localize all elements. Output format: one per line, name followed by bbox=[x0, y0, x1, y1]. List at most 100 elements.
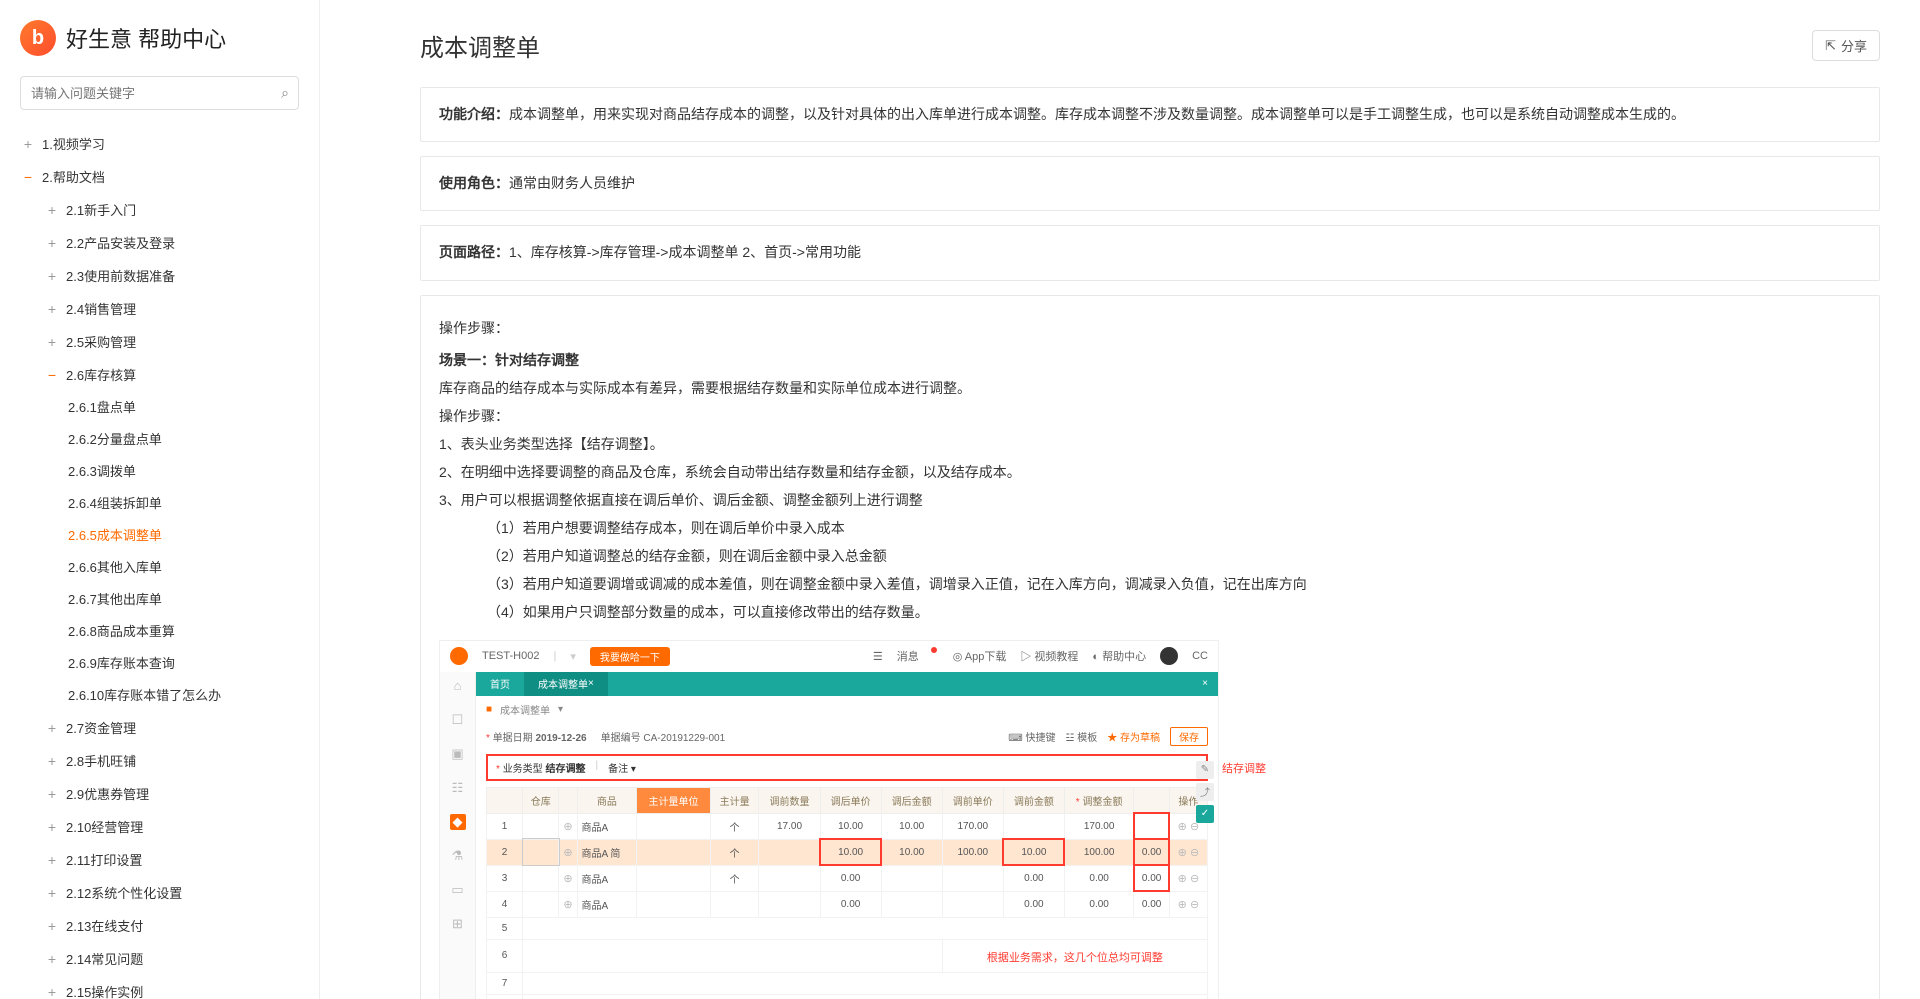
page-title: 成本调整单 bbox=[420, 28, 540, 63]
screenshot-embed: TEST-H002 | ▾ 我要做哈一下 ☰消息 ◎ App下载 ▷ 视频教程 … bbox=[439, 640, 1219, 999]
nav-l3-1[interactable]: 2.6.1盘点单 bbox=[20, 392, 299, 424]
plus-icon: + bbox=[44, 260, 60, 292]
path-text: 1、库存核算->库存管理->成本调整单 2、首页->常用功能 bbox=[509, 244, 861, 260]
annotation-filter: 结存调整 bbox=[1222, 760, 1266, 776]
nav-l2-11[interactable]: +2.11打印设置 bbox=[20, 844, 299, 877]
step-1: 1、表头业务类型选择【结存调整】。 bbox=[439, 430, 1861, 458]
intro-card: 功能介绍：成本调整单，用来实现对商品结存成本的调整，以及针对具体的出入库单进行成… bbox=[420, 87, 1880, 142]
nav-l1-video[interactable]: +1.视频学习 bbox=[20, 128, 299, 161]
shot-primary-button: 我要做哈一下 bbox=[590, 647, 670, 666]
cal-icon: ☷ bbox=[450, 780, 466, 796]
home-icon: ⌂ bbox=[450, 678, 466, 694]
brand-title: 好生意 帮助中心 bbox=[66, 22, 226, 54]
path-card: 页面路径：1、库存核算->库存管理->成本调整单 2、首页->常用功能 bbox=[420, 225, 1880, 280]
step-3-4: （4）如果用户只调整部分数量的成本，可以直接修改带出的结存数量。 bbox=[487, 598, 1861, 626]
role-label: 使用角色： bbox=[439, 175, 509, 191]
shot-logo-icon bbox=[450, 647, 468, 665]
shot-rail: ⌂ ☐ ▣ ☷ ◆ ⚗ ▭ ⊞ bbox=[440, 672, 476, 999]
plus-icon: + bbox=[44, 844, 60, 876]
table-row: 7 bbox=[487, 972, 1208, 994]
share-button[interactable]: ⇱ 分享 bbox=[1812, 30, 1880, 61]
tab-current: 成本调整单 × bbox=[524, 672, 608, 696]
nav-l2-13[interactable]: +2.13在线支付 bbox=[20, 910, 299, 943]
share-icon: ⇱ bbox=[1825, 38, 1836, 54]
nav-l3-4[interactable]: 2.6.4组装拆卸单 bbox=[20, 488, 299, 520]
search-input[interactable] bbox=[20, 76, 299, 110]
step-3: 3、用户可以根据调整依据直接在调后单价、调后金额、调整金额列上进行调整 bbox=[439, 486, 1861, 514]
table-row: 2⊕商品A 简个10.0010.00100.0010.00100.000.00⊕… bbox=[487, 839, 1208, 865]
plus-icon: + bbox=[44, 712, 60, 744]
table-row: 3⊕商品A个0.000.000.000.00⊕ ⊖ bbox=[487, 865, 1208, 891]
nav-l3-7[interactable]: 2.6.7其他出库单 bbox=[20, 584, 299, 616]
role-card: 使用角色：通常由财务人员维护 bbox=[420, 156, 1880, 211]
nav-l2-3[interactable]: +2.3使用前数据准备 bbox=[20, 260, 299, 293]
brand-logo: b bbox=[20, 20, 56, 56]
table-row: 6根据业务需求，这几个位总均可调整 bbox=[487, 939, 1208, 972]
nav-l2-4[interactable]: +2.4销售管理 bbox=[20, 293, 299, 326]
tool-icon: ✓ bbox=[1196, 805, 1214, 823]
scene-desc: 库存商品的结存成本与实际成本有差异，需要根据结存数量和实际单位成本进行调整。 bbox=[439, 374, 1861, 402]
nav-l3-10[interactable]: 2.6.10库存账本错了怎么办 bbox=[20, 680, 299, 712]
role-text: 通常由财务人员维护 bbox=[509, 175, 635, 191]
tool-icon: ✎ bbox=[1196, 761, 1214, 779]
nav-l3-5-active[interactable]: 2.6.5成本调整单 bbox=[20, 520, 299, 552]
nav-l2-2[interactable]: +2.2产品安装及登录 bbox=[20, 227, 299, 260]
tab-close-icon: × bbox=[1192, 678, 1218, 689]
brand-row: b 好生意 帮助中心 bbox=[20, 20, 299, 56]
doc-icon: ☐ bbox=[450, 712, 466, 728]
nav-l3-2[interactable]: 2.6.2分量盘点单 bbox=[20, 424, 299, 456]
title-row: 成本调整单 ⇱ 分享 bbox=[420, 28, 1880, 63]
nav-l2-12[interactable]: +2.12系统个性化设置 bbox=[20, 877, 299, 910]
plus-icon: + bbox=[44, 811, 60, 843]
shot-crumb: ■成本调整单▾ bbox=[476, 696, 1218, 723]
nav-l2-5[interactable]: +2.5采购管理 bbox=[20, 326, 299, 359]
minus-icon: − bbox=[44, 359, 60, 391]
active-rail-icon: ◆ bbox=[450, 814, 466, 830]
steps-sub-title: 操作步骤： bbox=[439, 402, 1861, 430]
search-icon[interactable]: ⌕ bbox=[281, 85, 289, 102]
steps-card: 操作步骤： 场景一：针对结存调整 库存商品的结存成本与实际成本有差异，需要根据结… bbox=[420, 295, 1880, 999]
step-3-3: （3）若用户知道要调增或调减的成本差值，则在调整金额中录入差值，调增录入正值，记… bbox=[487, 570, 1861, 598]
flask-icon: ⚗ bbox=[450, 848, 466, 864]
plus-icon: + bbox=[44, 293, 60, 325]
plus-icon: + bbox=[44, 778, 60, 810]
nav-l2-14[interactable]: +2.14常见问题 bbox=[20, 943, 299, 976]
nav-l1-docs[interactable]: −2.帮助文档 bbox=[20, 161, 299, 194]
nav-l2-15[interactable]: +2.15操作实例 bbox=[20, 976, 299, 999]
plus-icon: + bbox=[20, 128, 36, 160]
step-2: 2、在明细中选择要调整的商品及仓库，系统会自动带出结存数量和结存金额，以及结存成… bbox=[439, 458, 1861, 486]
plus-icon: + bbox=[44, 976, 60, 999]
avatar-icon bbox=[1160, 647, 1178, 665]
nav-l2-9[interactable]: +2.9优惠券管理 bbox=[20, 778, 299, 811]
nav-l2-1[interactable]: +2.1新手入门 bbox=[20, 194, 299, 227]
scene-title: 场景一：针对结存调整 bbox=[439, 346, 1861, 374]
tool-icon: ⤴ bbox=[1196, 783, 1214, 801]
plus-icon: + bbox=[44, 227, 60, 259]
nav-l2-8[interactable]: +2.8手机旺铺 bbox=[20, 745, 299, 778]
table-row: 1⊕商品A个17.0010.0010.00170.00170.00⊕ ⊖ bbox=[487, 813, 1208, 839]
intro-text: 成本调整单，用来实现对商品结存成本的调整，以及针对具体的出入库单进行成本调整。库… bbox=[509, 106, 1685, 122]
nav-l3-3[interactable]: 2.6.3调拨单 bbox=[20, 456, 299, 488]
shot-topbar: TEST-H002 | ▾ 我要做哈一下 ☰消息 ◎ App下载 ▷ 视频教程 … bbox=[440, 641, 1218, 672]
search-box: ⌕ bbox=[20, 76, 299, 110]
plus-icon: + bbox=[44, 877, 60, 909]
nav-l3-6[interactable]: 2.6.6其他入库单 bbox=[20, 552, 299, 584]
intro-label: 功能介绍： bbox=[439, 106, 509, 122]
grid-icon: ⊞ bbox=[450, 916, 466, 932]
shot-filters: * 业务类型 结存调整 | 备注 ▾ 结存调整 bbox=[486, 754, 1208, 781]
plus-icon: + bbox=[44, 910, 60, 942]
nav-l3-9[interactable]: 2.6.9库存账本查询 bbox=[20, 648, 299, 680]
nav-l2-10[interactable]: +2.10经营管理 bbox=[20, 811, 299, 844]
nav-l2-6[interactable]: −2.6库存核算 bbox=[20, 359, 299, 392]
share-label: 分享 bbox=[1841, 36, 1867, 55]
nav-l3-8[interactable]: 2.6.8商品成本重算 bbox=[20, 616, 299, 648]
shot-tabs: 首页 成本调整单 × × bbox=[476, 672, 1218, 696]
nav-l2-7[interactable]: +2.7资金管理 bbox=[20, 712, 299, 745]
table-row: 8 bbox=[487, 994, 1208, 999]
sidebar: b 好生意 帮助中心 ⌕ +1.视频学习 −2.帮助文档 +2.1新手入门 +2… bbox=[0, 0, 320, 999]
plus-icon: + bbox=[44, 943, 60, 975]
shot-env: TEST-H002 bbox=[482, 650, 539, 662]
step-3-1: （1）若用户想要调整结存成本，则在调后单价中录入成本 bbox=[487, 514, 1861, 542]
content: 成本调整单 ⇱ 分享 功能介绍：成本调整单，用来实现对商品结存成本的调整，以及针… bbox=[320, 0, 1920, 999]
path-label: 页面路径： bbox=[439, 244, 509, 260]
